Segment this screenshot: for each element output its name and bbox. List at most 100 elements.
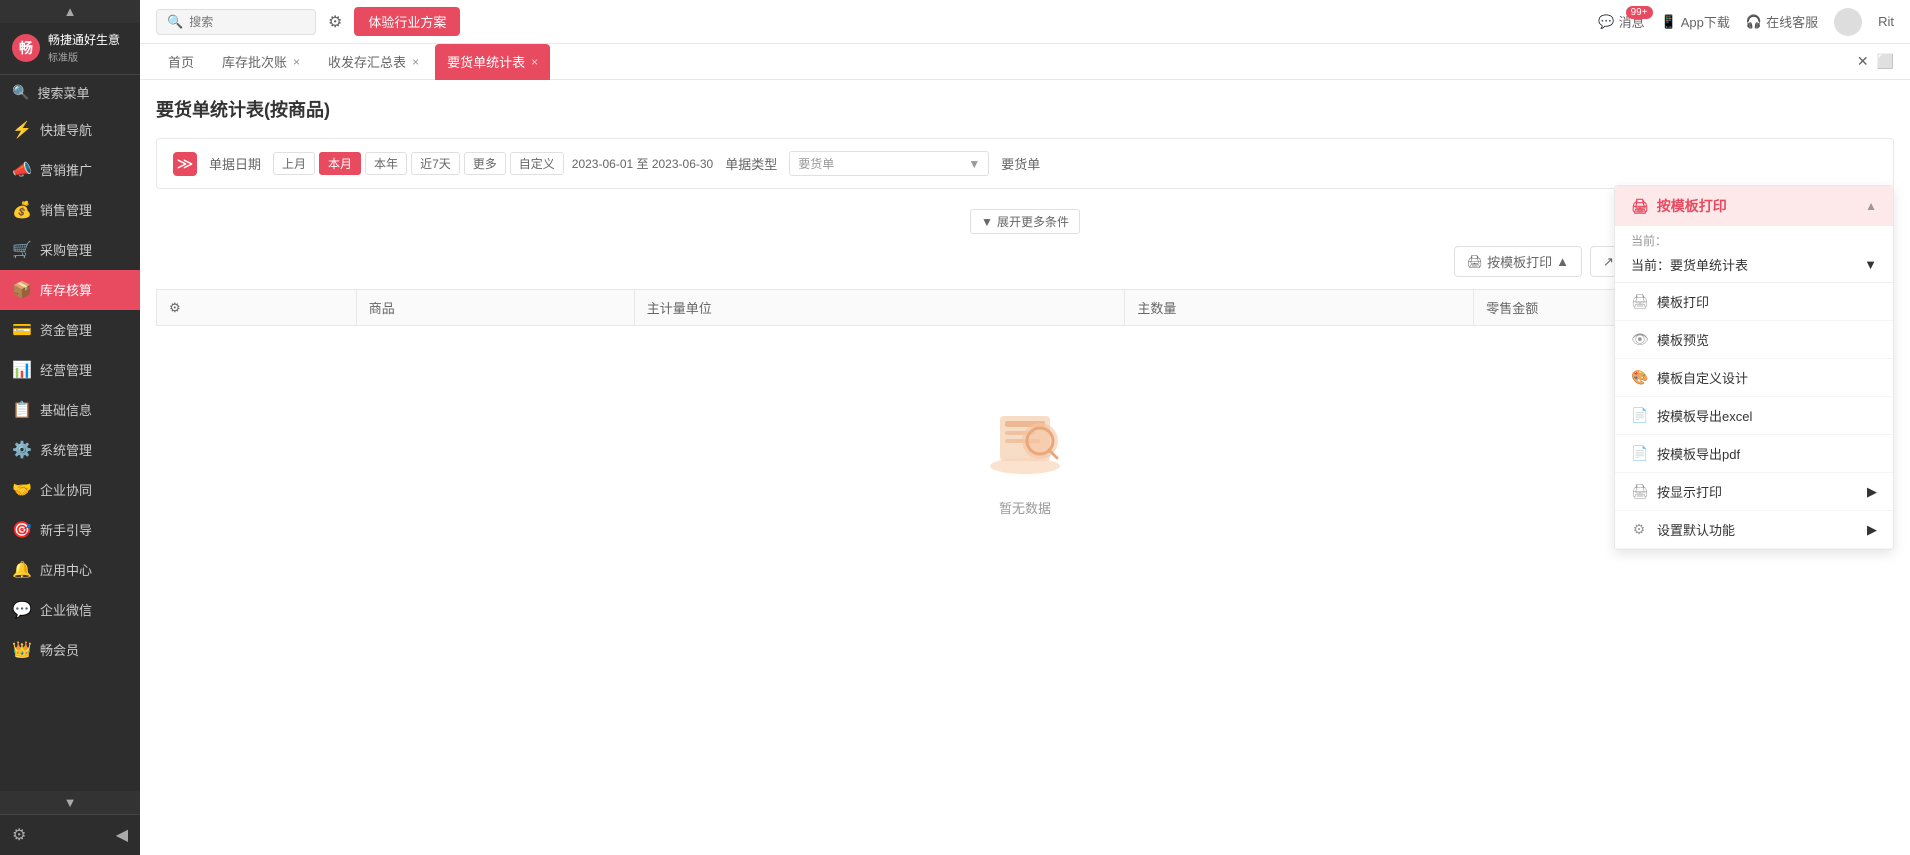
dropdown-printer-icon: 🖨	[1631, 198, 1649, 215]
dropdown-collapse-icon[interactable]: ▲	[1865, 199, 1877, 213]
expand-more-btn[interactable]: ▼ 展开更多条件	[970, 209, 1080, 234]
sidebar-item-weixin[interactable]: 💬 企业微信	[0, 590, 140, 630]
default-setting-icon: ⚙	[1631, 521, 1647, 538]
table-gear-icon[interactable]: ⚙	[169, 300, 181, 315]
export-icon: ↗	[1603, 254, 1614, 270]
template-pdf-icon: 📄	[1631, 445, 1647, 462]
tab-home-label: 首页	[168, 52, 194, 71]
col-product: 商品	[356, 290, 634, 326]
headset-icon: 🎧	[1746, 14, 1762, 30]
collapse-sidebar-icon[interactable]: ◀	[116, 825, 128, 845]
online-service-label: 在线客服	[1766, 12, 1818, 31]
template-print-icon: 🖨	[1631, 293, 1647, 310]
dropdown-template-export-excel[interactable]: 📄 按模板导出excel	[1615, 397, 1893, 435]
sidebar-item-finance[interactable]: 💳 资金管理	[0, 310, 140, 350]
type-selector-value: 要货单	[798, 155, 834, 172]
sidebar-item-marketing[interactable]: 📣 营销推广	[0, 150, 140, 190]
messages-btn[interactable]: 💬 消息 99+	[1598, 12, 1644, 31]
marketing-icon: 📣	[12, 160, 32, 180]
filter-expand-btn[interactable]: ≫	[173, 152, 197, 176]
filter-bar: ≫ 单据日期 上月 本月 本年 近7天 更多 自定义 2023-06-01 至 …	[156, 138, 1894, 189]
display-print-icon: 🖨	[1631, 483, 1647, 500]
sidebar-item-inventory[interactable]: 📦 库存核算	[0, 270, 140, 310]
date-btn-this-year[interactable]: 本年	[365, 152, 407, 175]
app-logo-icon: 畅	[12, 34, 40, 62]
sidebar-item-member[interactable]: 👑 畅会员	[0, 630, 140, 670]
sidebar-item-appstore[interactable]: 🔔 应用中心	[0, 550, 140, 590]
empty-text: 暂无数据	[999, 498, 1051, 517]
dropdown-template-export-pdf[interactable]: 📄 按模板导出pdf	[1615, 435, 1893, 473]
sidebar-scroll-down[interactable]: ▼	[0, 791, 140, 814]
date-filter-label: 单据日期	[209, 154, 261, 173]
date-btn-more[interactable]: 更多	[464, 152, 506, 175]
tab-order-stats[interactable]: 要货单统计表 ×	[435, 44, 550, 80]
user-avatar[interactable]	[1834, 8, 1862, 36]
dropdown-default-setting[interactable]: ⚙ 设置默认功能 ▶	[1615, 511, 1893, 549]
dropdown-template-print[interactable]: 🖨 模板打印	[1615, 283, 1893, 321]
sidebar-scroll-up[interactable]: ▲	[0, 0, 140, 23]
date-btn-custom[interactable]: 自定义	[510, 152, 564, 175]
topbar-search-box[interactable]: 🔍	[156, 9, 316, 35]
default-setting-arrow: ▶	[1867, 522, 1877, 538]
window-maximize-btn[interactable]: ⬜	[1877, 53, 1894, 70]
tab-inventory-batch-close[interactable]: ×	[293, 55, 300, 69]
app-download-label: App下载	[1681, 12, 1730, 31]
sidebar-item-operations[interactable]: 📊 经营管理	[0, 350, 140, 390]
inventory-icon: 📦	[12, 280, 32, 300]
sidebar-item-system[interactable]: ⚙️ 系统管理	[0, 430, 140, 470]
display-print-arrow: ▶	[1867, 484, 1877, 500]
date-btn-this-month[interactable]: 本月	[319, 152, 361, 175]
tab-receipt-summary[interactable]: 收发存汇总表 ×	[316, 44, 431, 80]
expand-down-icon: ▼	[981, 215, 993, 229]
system-icon: ⚙️	[12, 440, 32, 460]
current-chevron-icon: ▼	[1864, 257, 1877, 272]
online-service-btn[interactable]: 🎧 在线客服	[1746, 12, 1818, 31]
dropdown-title: 按模板打印	[1657, 196, 1727, 216]
window-close-btn[interactable]: ✕	[1857, 53, 1869, 70]
topbar-gear-icon[interactable]: ⚙	[328, 12, 342, 32]
page-title: 要货单统计表(按商品)	[156, 96, 1894, 122]
col-settings[interactable]: ⚙	[157, 290, 357, 326]
type-selector[interactable]: 要货单 ▼	[789, 151, 989, 176]
sidebar-item-basic[interactable]: 📋 基础信息	[0, 390, 140, 430]
dropdown-header-left: 🖨 按模板打印	[1631, 196, 1727, 216]
sidebar-item-sales[interactable]: 💰 销售管理	[0, 190, 140, 230]
dropdown-template-design[interactable]: 🎨 模板自定义设计	[1615, 359, 1893, 397]
current-section-label: 当前：	[1615, 226, 1893, 251]
empty-icon	[975, 386, 1075, 486]
date-btn-last-month[interactable]: 上月	[273, 152, 315, 175]
app-download-btn[interactable]: 📱 App下载	[1661, 12, 1730, 31]
dropdown-display-print[interactable]: 🖨 按显示打印 ▶	[1615, 473, 1893, 511]
date-range-display: 2023-06-01 至 2023-06-30	[572, 155, 713, 172]
weixin-icon: 💬	[12, 600, 32, 620]
sidebar: ▲ 畅 畅捷通好生意 标准版 🔍 搜索菜单 ⚡ 快捷导航 📣 营销推广 💰 销售…	[0, 0, 140, 855]
sidebar-item-guide[interactable]: 🎯 新手引导	[0, 510, 140, 550]
sidebar-nav: ⚡ 快捷导航 📣 营销推广 💰 销售管理 🛒 采购管理 📦 库存核算 💳 资金管…	[0, 110, 140, 791]
dropdown-header[interactable]: 🖨 按模板打印 ▲	[1615, 186, 1893, 226]
print-template-btn[interactable]: 🖨 按模板打印 ▲	[1454, 246, 1582, 277]
tab-order-stats-close[interactable]: ×	[531, 55, 538, 69]
date-group: 上月 本月 本年 近7天 更多 自定义 2023-06-01 至 2023-06…	[273, 152, 713, 175]
settings-footer-icon[interactable]: ⚙	[12, 825, 26, 845]
tab-home[interactable]: 首页	[156, 44, 206, 80]
date-btn-7days[interactable]: 近7天	[411, 152, 460, 175]
trial-btn[interactable]: 体验行业方案	[354, 7, 460, 36]
sidebar-item-quick-nav[interactable]: ⚡ 快捷导航	[0, 110, 140, 150]
guide-icon: 🎯	[12, 520, 32, 540]
quick-nav-icon: ⚡	[12, 120, 32, 140]
topbar-search-icon: 🔍	[167, 14, 183, 30]
search-icon: 🔍	[12, 84, 29, 101]
order-type-label: 要货单	[1001, 154, 1040, 173]
col-unit: 主计量单位	[634, 290, 1125, 326]
current-section-value[interactable]: 当前：要货单统计表 ▼	[1615, 251, 1893, 283]
sidebar-item-purchase[interactable]: 🛒 采购管理	[0, 230, 140, 270]
tabs-bar: 首页 库存批次账 × 收发存汇总表 × 要货单统计表 × ✕ ⬜	[140, 44, 1910, 80]
sidebar-item-cooperation[interactable]: 🤝 企业协同	[0, 470, 140, 510]
tab-receipt-summary-close[interactable]: ×	[412, 55, 419, 69]
template-excel-icon: 📄	[1631, 407, 1647, 424]
tab-inventory-batch[interactable]: 库存批次账 ×	[210, 44, 312, 80]
dropdown-template-preview[interactable]: 👁 模板预览	[1615, 321, 1893, 359]
basic-icon: 📋	[12, 400, 32, 420]
topbar-search-input[interactable]	[189, 15, 305, 29]
sidebar-search-item[interactable]: 🔍 搜索菜单	[0, 75, 140, 110]
